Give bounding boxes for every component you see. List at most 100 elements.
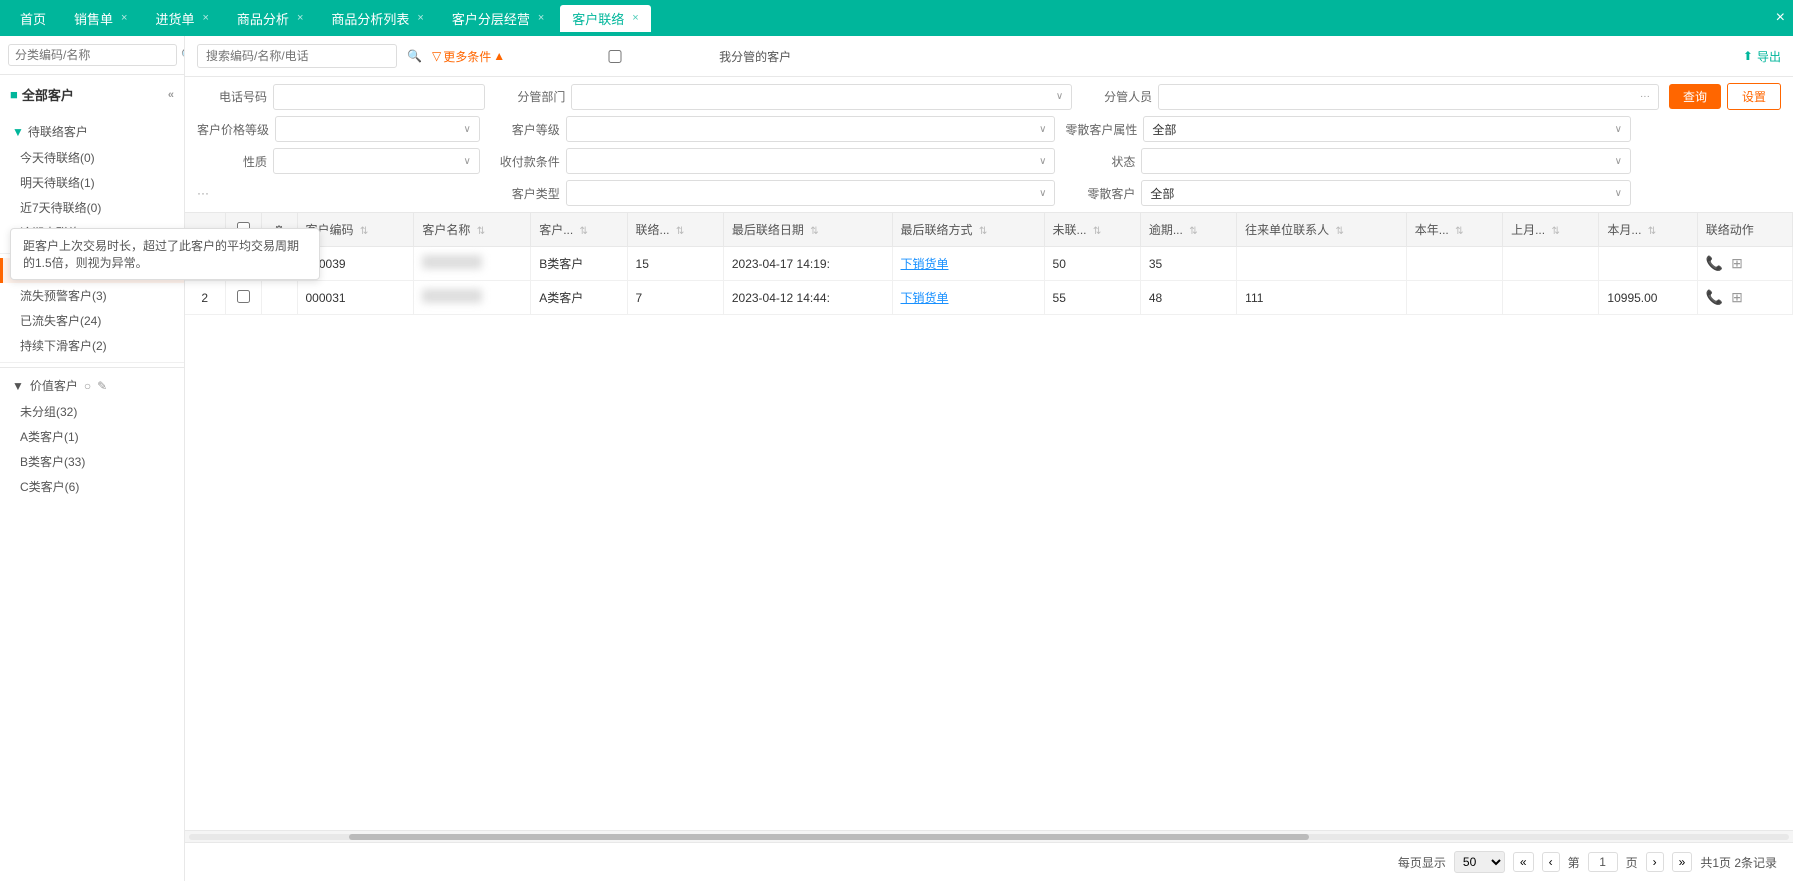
close-icon[interactable]: × <box>202 12 208 24</box>
cell-this-month <box>1599 247 1697 281</box>
close-icon[interactable]: × <box>297 12 303 24</box>
qr-icon[interactable]: ⊞ <box>1731 255 1743 272</box>
col-header-uncontacted[interactable]: 未联... ⇅ <box>1044 213 1140 247</box>
phone-icon[interactable]: 📞 <box>1706 255 1723 272</box>
first-page-button[interactable]: « <box>1513 852 1534 872</box>
cell-name <box>414 281 531 315</box>
col-header-contact[interactable]: 联络... ⇅ <box>627 213 723 247</box>
edit-icon[interactable]: ○ <box>84 379 91 393</box>
query-button[interactable]: 查询 <box>1669 84 1721 109</box>
sidebar: 🔍 ■ 全部客户 « ▼ 待联络客户 今天待联络(0) 明天待联络(1) 近7天… <box>0 36 185 881</box>
sidebar-item-7days[interactable]: 近7天待联络(0) <box>0 195 184 220</box>
filter-buttons: 查询 设置 <box>1669 83 1781 110</box>
col-header-last-date[interactable]: 最后联络日期 ⇅ <box>723 213 892 247</box>
search-input[interactable] <box>197 44 397 68</box>
prev-page-button[interactable]: ‹ <box>1542 852 1560 872</box>
close-icon[interactable]: × <box>121 12 127 24</box>
pending-contact-group[interactable]: ▼ 待联络客户 <box>0 118 184 145</box>
close-icon[interactable]: × <box>417 12 423 24</box>
filter-retail-attr: 零散客户属性 全部 ∨ <box>1065 116 1631 142</box>
nav-item-customer-tier[interactable]: 客户分层经营 × <box>440 5 556 32</box>
my-customers-checkbox-label[interactable]: 我分管的客户 <box>515 48 791 65</box>
qr-icon[interactable]: ⊞ <box>1731 289 1743 306</box>
next-page-button[interactable]: › <box>1646 852 1664 872</box>
col-header-unit-person[interactable]: 往来单位联系人 ⇅ <box>1237 213 1407 247</box>
more-filters-icon[interactable]: ··· <box>197 186 209 200</box>
filter-row-2: 客户价格等级 ∨ 客户等级 ∨ 零散客户属性 全部 <box>197 116 1781 142</box>
gender-select[interactable]: ∨ <box>273 148 480 174</box>
all-customers-header[interactable]: ■ 全部客户 « <box>0 79 184 110</box>
my-customers-checkbox[interactable] <box>515 50 715 63</box>
cell-this-month: 10995.00 <box>1599 281 1697 315</box>
col-header-year-amount[interactable]: 本年... ⇅ <box>1406 213 1502 247</box>
pagination-bar: 每页显示 50 100 200 « ‹ 第 1 页 › » 共1页 2条记录 <box>185 842 1793 881</box>
cell-type: B类客户 <box>531 247 627 281</box>
cell-uncontacted: 50 <box>1044 247 1140 281</box>
export-button[interactable]: ⬆ 导出 <box>1743 48 1781 65</box>
col-header-this-month[interactable]: 本月... ⇅ <box>1599 213 1697 247</box>
cell-last-date: 2023-04-17 14:19: <box>723 247 892 281</box>
row-checkbox[interactable] <box>237 290 250 303</box>
customer-type-select[interactable]: ∨ <box>566 180 1056 206</box>
phone-icon[interactable]: 📞 <box>1706 289 1723 306</box>
last-method-link[interactable]: 下销货单 <box>901 257 949 271</box>
search-button[interactable]: 🔍 <box>407 49 422 63</box>
col-header-type[interactable]: 客户... ⇅ <box>531 213 627 247</box>
person-input[interactable]: ··· <box>1158 84 1659 110</box>
col-header-last-method[interactable]: 最后联络方式 ⇅ <box>892 213 1044 247</box>
sidebar-item-ungrouped[interactable]: 未分组(32) <box>0 399 184 424</box>
collapse-sidebar-button[interactable]: « <box>168 89 174 101</box>
status-select[interactable]: ∨ <box>1141 148 1631 174</box>
col-header-overdue[interactable]: 逾期... ⇅ <box>1140 213 1236 247</box>
sidebar-item-today[interactable]: 今天待联络(0) <box>0 145 184 170</box>
sidebar-item-declining[interactable]: 持续下滑客户(2) <box>0 333 184 358</box>
sidebar-item-tomorrow[interactable]: 明天待联络(1) <box>0 170 184 195</box>
nav-item-sales[interactable]: 销售单 × <box>62 5 139 32</box>
close-icon[interactable]: × <box>538 12 544 24</box>
col-header-last-month[interactable]: 上月... ⇅ <box>1503 213 1599 247</box>
nav-item-analysis-list[interactable]: 商品分析列表 × <box>319 5 435 32</box>
settings-icon[interactable]: ✎ <box>97 379 107 393</box>
sidebar-item-churned[interactable]: 已流失客户(24) <box>0 308 184 333</box>
settings-button[interactable]: 设置 <box>1727 83 1781 110</box>
customer-table: ⚙ 客户编码 ⇅ 客户名称 ⇅ 客户... ⇅ 联络... ⇅ 最后联络日期 ⇅… <box>185 213 1793 315</box>
nav-item-purchase[interactable]: 进货单 × <box>143 5 220 32</box>
sidebar-item-churn-warning[interactable]: 流失预警客户(3) <box>0 283 184 308</box>
close-all-tabs-button[interactable]: × <box>1776 9 1785 27</box>
last-page-button[interactable]: » <box>1672 852 1693 872</box>
retail-customer-select[interactable]: 全部 ∨ <box>1141 180 1631 206</box>
price-level-select[interactable]: ∨ <box>275 116 480 142</box>
more-conditions-button[interactable]: ▽ 更多条件 ▲ <box>432 48 505 65</box>
sidebar-item-b-class[interactable]: B类客户(33) <box>0 449 184 474</box>
last-method-link[interactable]: 下销货单 <box>901 291 949 305</box>
sidebar-search-input[interactable] <box>8 44 177 66</box>
cell-unit-person: 111 <box>1237 281 1407 315</box>
nav-item-customer-contact[interactable]: 客户联络 × <box>560 5 650 32</box>
scroll-thumb[interactable] <box>349 834 1309 840</box>
customer-level-select[interactable]: ∨ <box>566 116 1056 142</box>
table-header-row: ⚙ 客户编码 ⇅ 客户名称 ⇅ 客户... ⇅ 联络... ⇅ 最后联络日期 ⇅… <box>185 213 1793 247</box>
search-filter-bar: 🔍 ▽ 更多条件 ▲ 我分管的客户 ⬆ 导出 <box>185 36 1793 77</box>
cell-overdue: 48 <box>1140 281 1236 315</box>
col-header-name[interactable]: 客户名称 ⇅ <box>414 213 531 247</box>
horizontal-scrollbar[interactable] <box>185 830 1793 842</box>
cell-check[interactable] <box>225 281 261 315</box>
more-icon: ··· <box>1640 91 1650 102</box>
close-icon[interactable]: × <box>632 12 638 24</box>
sidebar-item-c-class[interactable]: C类客户(6) <box>0 474 184 499</box>
cell-overdue: 35 <box>1140 247 1236 281</box>
phone-input[interactable] <box>273 84 485 110</box>
filter-customer-type: 客户类型 ∨ <box>490 180 1056 206</box>
nav-item-home[interactable]: 首页 <box>8 5 58 32</box>
dept-select[interactable]: ∨ <box>571 84 1072 110</box>
filter-status: 状态 ∨ <box>1065 148 1631 174</box>
retail-attr-select[interactable]: 全部 ∨ <box>1143 116 1631 142</box>
total-info: 共1页 2条记录 <box>1700 854 1777 871</box>
nav-item-analysis[interactable]: 商品分析 × <box>225 5 315 32</box>
sidebar-item-a-class[interactable]: A类客户(1) <box>0 424 184 449</box>
cell-contact: 15 <box>627 247 723 281</box>
cell-year-amount <box>1406 247 1502 281</box>
page-size-select[interactable]: 50 100 200 <box>1454 851 1505 873</box>
filter-customer-level: 客户等级 ∨ <box>490 116 1056 142</box>
payment-select[interactable]: ∨ <box>566 148 1056 174</box>
